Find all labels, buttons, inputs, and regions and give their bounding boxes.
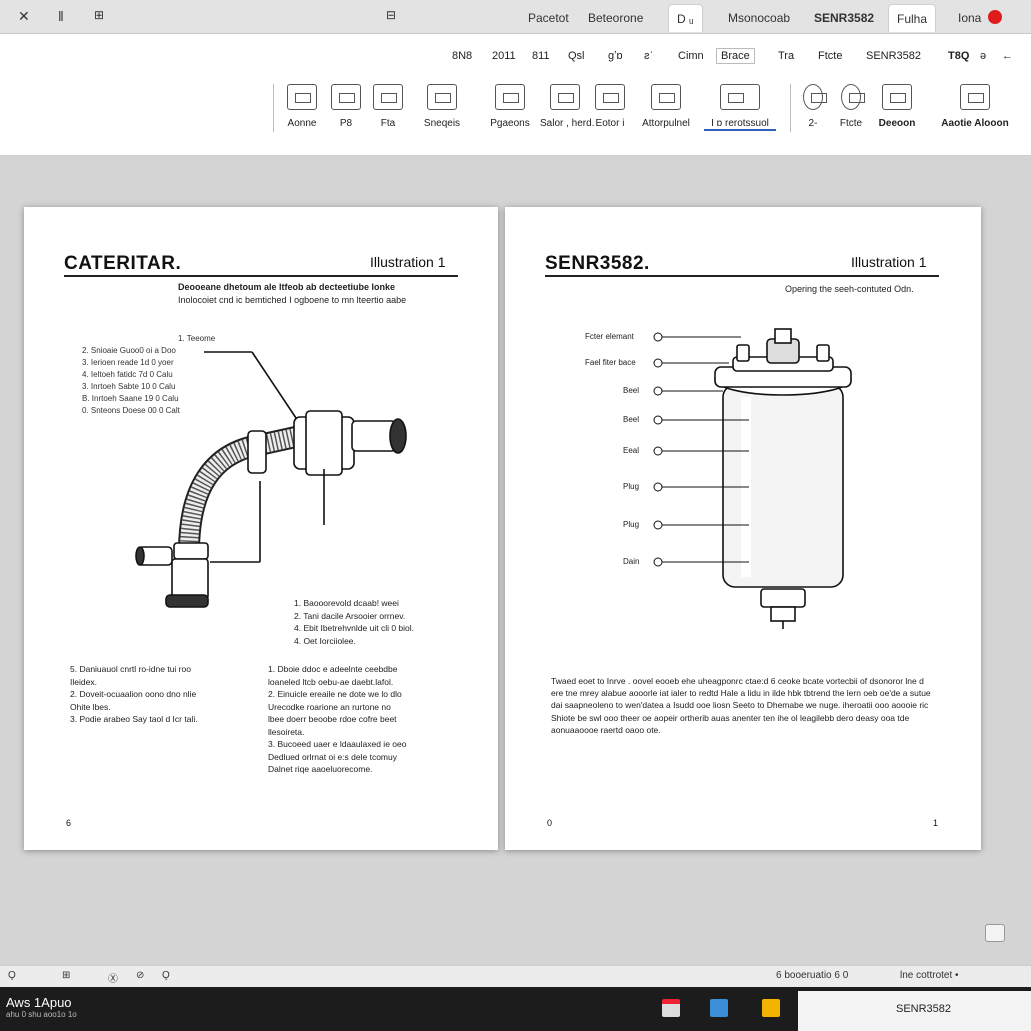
tab-5[interactable]: SENR3582 — [806, 4, 882, 32]
taskbar-active-window[interactable]: SENR3582 — [798, 991, 1031, 1031]
tab-4[interactable]: Msonocoab — [720, 4, 798, 32]
record-icon[interactable] — [988, 10, 1002, 24]
status-icon[interactable]: Ⓧ — [108, 970, 118, 985]
tool-button[interactable]: P8 — [330, 84, 362, 129]
page-icon — [287, 84, 317, 110]
body-paragraph: Twaed eoet to Inrve . oovel eooeb ehe uh… — [551, 676, 931, 735]
callout-label: Plug — [623, 482, 640, 491]
pipe-icon — [495, 84, 525, 110]
document-page-right: SENR3582. Illustration 1 Opering the see… — [505, 207, 981, 850]
menu-item[interactable]: 811 — [532, 50, 550, 62]
callout-label: Fcter elemant — [585, 332, 634, 341]
page-number: 6 — [66, 818, 72, 828]
pin-icon — [803, 84, 827, 110]
pipe-illustration — [135, 351, 407, 608]
slider-icon — [720, 84, 760, 110]
tool-button[interactable]: Deeoon — [874, 84, 920, 129]
callout-label: Beel — [623, 386, 640, 395]
menu-item[interactable]: Tra — [778, 50, 794, 62]
status-page-info: 6 booeruatio 6 0 — [776, 970, 849, 981]
tab-3[interactable]: D ᵤ — [668, 4, 703, 32]
grid-icon[interactable]: ⊞ — [94, 8, 104, 22]
window-icon[interactable]: ⊟ — [386, 8, 396, 22]
notes-list: 1. Baooorevold dcaab! weei 2. Tani dacil… — [294, 598, 415, 646]
app-icon-files[interactable] — [762, 999, 780, 1017]
tool-button[interactable]: 2- — [800, 84, 827, 129]
menu-item[interactable]: T8Q — [948, 50, 969, 62]
tab-6[interactable]: Fulha — [888, 4, 937, 32]
pause-icon[interactable]: ‖ — [58, 8, 64, 24]
status-bar: Ǫ ⊞ Ⓧ ⊘ Ǫ 6 booeruatio 6 0 lne cottrotet… — [0, 965, 1031, 987]
page-number-right: 1 — [933, 818, 939, 828]
fit-page-button[interactable] — [985, 924, 1005, 942]
steps-list-a: 5. Daniuauol cnrtl ro-idne tui roo Ileid… — [70, 664, 198, 724]
back-icon[interactable]: ← — [1002, 50, 1013, 62]
callout-label: Eeal — [623, 446, 640, 455]
doc-icon — [373, 84, 403, 110]
tool-button[interactable]: Pgaeons — [482, 84, 538, 129]
tool-button[interactable]: Attorpulnel — [634, 84, 698, 129]
tab-2[interactable]: Beteorone — [580, 4, 651, 32]
title-bar: ✕ ‖ ⊞ ⊟ Pacetot Beteorone D ᵤ Msonocoab … — [0, 0, 1031, 34]
tool-button[interactable]: Ftcte — [836, 84, 866, 129]
app-icon-photos[interactable] — [710, 999, 728, 1017]
callout-label: Beel — [623, 415, 640, 424]
toolbar-divider — [273, 84, 274, 132]
fuel-filter-illustration — [653, 328, 852, 629]
callout-label: Dain — [623, 557, 640, 566]
menu-item[interactable]: Qsl — [568, 50, 585, 62]
page-number-left: 0 — [547, 818, 553, 828]
taskbar-user[interactable]: Aws 1Apuo ahu 0 shu aoo1o 1o — [6, 995, 77, 1019]
search-icon — [841, 84, 865, 110]
menu-item[interactable]: ƨʿ — [644, 50, 653, 62]
box-icon — [595, 84, 625, 110]
tool-button-selected[interactable]: I ɒ rerotssuol — [704, 84, 776, 131]
app-icon-calendar[interactable] — [662, 999, 680, 1017]
toolbar-divider — [790, 84, 791, 132]
status-icon[interactable]: Ǫ — [8, 970, 16, 981]
tab-7[interactable]: Iona — [950, 4, 989, 32]
menu-item[interactable]: Cimn — [678, 50, 704, 62]
taskbar: Aws 1Apuo ahu 0 shu aoo1o 1o SENR3582 — [0, 987, 1031, 1031]
menu-item[interactable]: SENR3582 — [866, 50, 921, 62]
document-page-left: CATERITAR. Illustration 1 Deooeane dheto… — [24, 207, 498, 850]
close-icon[interactable]: ✕ — [18, 8, 30, 25]
status-icon[interactable]: ⊘ — [136, 970, 144, 981]
tool-button[interactable]: Fta — [372, 84, 404, 129]
status-icon[interactable]: ⊞ — [62, 970, 70, 981]
tool-button[interactable]: Aaotie Alooon — [934, 84, 1016, 129]
toolbar-ribbon: 8N8 2011 811 Qsl gʼɒ ƨʿ Cimn Brace Tra F… — [0, 34, 1031, 156]
menu-item[interactable]: gʼɒ — [608, 50, 623, 62]
tool-button[interactable]: Salor , herd. — [540, 84, 594, 129]
steps-list-b: 1. Dboie ddoc e adeelnte ceebdbe loanele… — [268, 664, 407, 774]
image-icon — [331, 84, 361, 110]
menu-item[interactable]: 2011 — [492, 50, 516, 62]
panel-icon — [651, 84, 681, 110]
card-icon — [550, 84, 580, 110]
tool-button[interactable]: Aonne — [284, 84, 320, 129]
zoom-icon — [960, 84, 990, 110]
tool-button[interactable]: Sneqeis — [414, 84, 470, 129]
menu-item[interactable]: 8N8 — [452, 50, 472, 62]
tab-1[interactable]: Pacetot — [520, 4, 577, 32]
layout-icon — [882, 84, 912, 110]
callout-label: Plug — [623, 520, 640, 529]
tool-button[interactable]: Eotor i — [592, 84, 628, 129]
status-content: lne cottrotet • — [900, 970, 959, 981]
callout-label: Fael fiter bace — [585, 358, 636, 367]
menu-item-selected[interactable]: Brace — [716, 48, 755, 64]
frame-icon — [427, 84, 457, 110]
menu-item[interactable]: ə — [980, 50, 986, 62]
status-icon[interactable]: Ǫ — [162, 970, 170, 981]
menu-item[interactable]: Ftcte — [818, 50, 842, 62]
